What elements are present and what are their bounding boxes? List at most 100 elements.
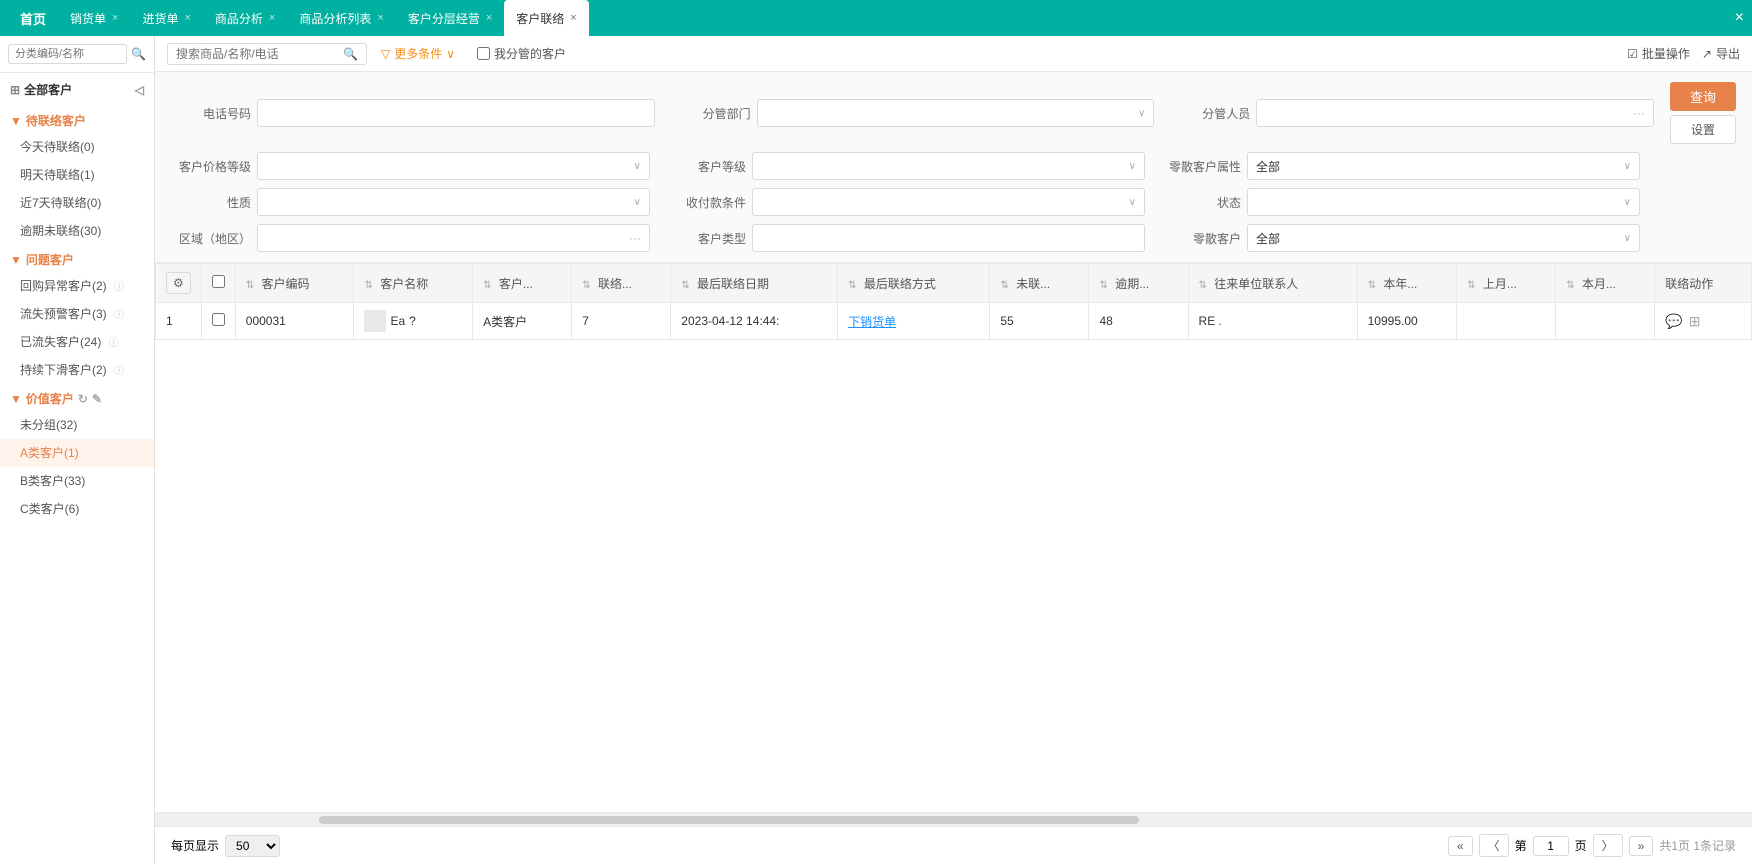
customer-level-label: 客户等级 [666,158,746,175]
sidebar-item-tomorrow-contact[interactable]: 明天待联络(1) [0,161,154,189]
next-page-button[interactable]: 〉 [1593,834,1623,857]
col-sort-icon6: ⇅ [848,280,856,291]
edit-icon[interactable]: ✎ [92,392,102,406]
cell-checkbox [201,303,235,340]
cell-last-month [1457,303,1556,340]
th-last-method: ⇅ 最后联络方式 [838,264,990,303]
filter-search-input[interactable] [176,47,339,61]
price-level-chevron-icon: ∨ [634,161,641,172]
sidebar-collapse-icon[interactable]: ◁ [135,83,144,97]
sidebar-search-icon[interactable]: 🔍 [131,47,146,61]
close-customer-tier-icon[interactable]: × [486,12,492,24]
scroll-thumb[interactable] [319,816,1139,824]
export-button[interactable]: ↗ 导出 [1702,45,1740,62]
sidebar-item-week-contact[interactable]: 近7天待联络(0) [0,189,154,217]
my-customer-checkbox[interactable] [477,47,490,60]
column-settings-button[interactable]: ⚙ [166,272,191,294]
region-input[interactable]: ··· [257,224,650,252]
advanced-filters-panel: 电话号码 分管部门 ∨ 分管人员 ··· [155,72,1752,263]
close-sales-icon[interactable]: × [112,12,118,24]
filter-row-2: 客户价格等级 ∨ 客户等级 ∨ 零散客户属性 全部 [171,152,1736,180]
dept-select[interactable]: ∨ [757,99,1155,127]
sidebar-all-customers[interactable]: ⊞ 全部客户 ◁ [0,73,154,106]
phone-input[interactable] [257,99,655,127]
refresh-icon[interactable]: ↻ [78,392,88,406]
region-label: 区域（地区） [171,230,251,247]
retail-customer-select[interactable]: 全部 ∨ [1247,224,1640,252]
nav-customer-contact[interactable]: 客户联络 × [504,0,588,36]
col-sort-icon8: ⇅ [1099,280,1107,291]
prev-page-button[interactable]: 〈 [1479,834,1509,857]
horizontal-scrollbar[interactable] [155,812,1752,826]
sidebar-search-input[interactable] [8,44,127,64]
sidebar-item-churned[interactable]: 已流失客户(24) ⓘ [0,328,154,356]
sidebar-item-ungrouped[interactable]: 未分组(32) [0,411,154,439]
more-filters-button[interactable]: ▽ 更多条件 ∨ [375,42,461,65]
close-analysis-list-icon[interactable]: × [377,12,383,24]
filter-row-1: 电话号码 分管部门 ∨ 分管人员 ··· [171,82,1736,144]
nav-purchase[interactable]: 进货单 × [130,0,202,36]
cell-overdue: 48 [1089,303,1188,340]
sidebar-item-a-class[interactable]: A类客户(1) [0,439,154,467]
select-all-checkbox[interactable] [212,275,225,288]
qr-icon[interactable]: ⊞ [1689,313,1701,330]
nature-select[interactable]: ∨ [257,188,650,216]
nav-customer-tier[interactable]: 客户分层经营 × [396,0,504,36]
nav-analysis-list[interactable]: 商品分析列表 × [287,0,395,36]
section-problem-customers[interactable]: ▼ 问题客户 [0,245,154,272]
th-type: ⇅ 客户... [473,264,572,303]
sidebar-item-b-class[interactable]: B类客户(33) [0,467,154,495]
settings-button[interactable]: 设置 [1670,115,1736,144]
nav-home[interactable]: 首页 [8,0,58,36]
filter-cell-status: 状态 ∨ [1161,188,1640,216]
sidebar-item-churn-warning[interactable]: 流失预警客户(3) ⓘ [0,300,154,328]
manager-dots-icon: ··· [1633,106,1645,120]
nav-analysis[interactable]: 商品分析 × [203,0,287,36]
last-contact-link[interactable]: 下销货单 [848,315,896,329]
batch-operation-button[interactable]: ☑ 批量操作 [1627,45,1690,62]
sidebar-item-today-contact[interactable]: 今天待联络(0) [0,133,154,161]
sidebar-item-overdue-contact[interactable]: 逾期未联络(30) [0,217,154,245]
first-page-button[interactable]: « [1448,836,1473,856]
filter-row-3: 性质 ∨ 收付款条件 ∨ 状态 [171,188,1736,216]
pagination-bar: 每页显示 50 100 200 « 〈 第 页 〉 » 共1页 1条记录 [155,826,1752,864]
sidebar-item-repurchase-abnormal[interactable]: 回购异常客户(2) ⓘ [0,272,154,300]
status-select[interactable]: ∨ [1247,188,1640,216]
manager-input[interactable]: ··· [1256,99,1654,127]
close-analysis-icon[interactable]: × [269,12,275,24]
last-page-button[interactable]: » [1629,836,1654,856]
page-number-input[interactable] [1533,836,1569,856]
filter-toolbar: 🔍 ▽ 更多条件 ∨ 我分管的客户 ☑ 批量操作 ↗ 导出 [155,36,1752,72]
retail-attr-select[interactable]: 全部 ∨ [1247,152,1640,180]
section-value-customers[interactable]: ▼ 价值客户 ↻ ✎ [0,384,154,411]
table-container: ⚙ ⇅ 客户编码 ⇅ 客户名称 [155,263,1752,812]
sidebar-item-c-class[interactable]: C类客户(6) [0,495,154,523]
customer-type-input[interactable] [752,224,1145,252]
page-navigation: « 〈 第 页 〉 » 共1页 1条记录 [1448,834,1736,857]
filter-search-icon[interactable]: 🔍 [343,47,358,61]
query-button[interactable]: 查询 [1670,82,1736,111]
page-size-select[interactable]: 50 100 200 [225,835,280,857]
price-level-select[interactable]: ∨ [257,152,650,180]
filter-cell-payment: 收付款条件 ∨ [666,188,1145,216]
payment-select[interactable]: ∨ [752,188,1145,216]
col-sort-icon11: ⇅ [1467,280,1475,291]
close-purchase-icon[interactable]: × [184,12,190,24]
section-pending-contact[interactable]: ▼ 待联络客户 [0,106,154,133]
th-gear: ⚙ [156,264,202,303]
filter-cell-retail-attr: 零散客户属性 全部 ∨ [1161,152,1640,180]
filter-cell-region: 区域（地区） ··· [171,224,650,252]
content-area: 🔍 ▽ 更多条件 ∨ 我分管的客户 ☑ 批量操作 ↗ 导出 [155,36,1752,864]
row-checkbox[interactable] [212,313,225,326]
filter-cell-price-level: 客户价格等级 ∨ [171,152,650,180]
chat-icon[interactable]: 💬 [1665,313,1682,330]
close-all-button[interactable]: × [1735,9,1744,27]
info-icon-repurchase: ⓘ [114,282,124,293]
close-customer-contact-icon[interactable]: × [570,12,576,24]
cell-this-year: 10995.00 [1357,303,1457,340]
sidebar-item-declining[interactable]: 持续下滑客户(2) ⓘ [0,356,154,384]
col-sort-icon12: ⇅ [1566,280,1574,291]
nav-sales[interactable]: 销货单 × [58,0,130,36]
customer-level-select[interactable]: ∨ [752,152,1145,180]
filter-cell-retail-customer: 零散客户 全部 ∨ [1161,224,1640,252]
